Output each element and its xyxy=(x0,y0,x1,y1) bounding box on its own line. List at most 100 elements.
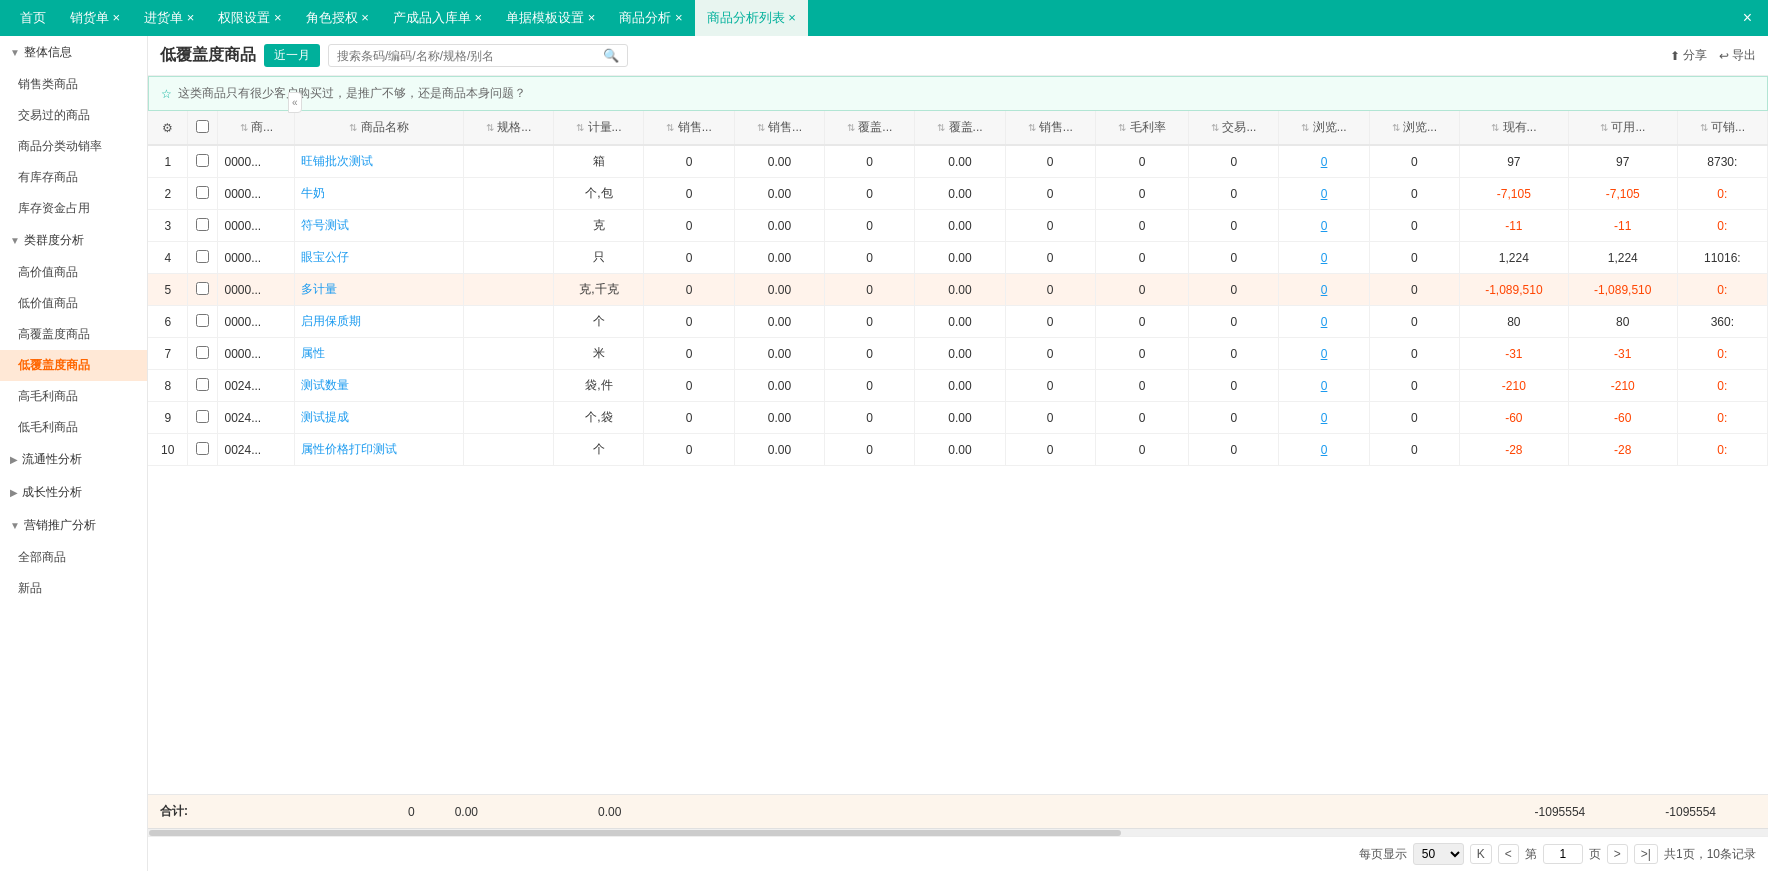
row-select-checkbox[interactable] xyxy=(196,186,209,199)
col-settings[interactable]: ⚙ xyxy=(148,111,188,145)
row-select-checkbox[interactable] xyxy=(196,250,209,263)
sidebar-item-inventory-capital[interactable]: 库存资金占用 xyxy=(0,193,147,224)
horizontal-scrollbar[interactable] xyxy=(148,828,1768,836)
sidebar-section-flow[interactable]: ▶ 流通性分析 xyxy=(0,443,147,476)
sidebar-item-high-value[interactable]: 高价值商品 xyxy=(0,257,147,288)
col-sales-qty[interactable]: ⇅ 销售... xyxy=(644,111,734,145)
row-checkbox[interactable] xyxy=(188,338,218,370)
col-checkbox-all[interactable] xyxy=(188,111,218,145)
next-page-button[interactable]: > xyxy=(1607,844,1628,864)
last-page-button[interactable]: >| xyxy=(1634,844,1658,864)
col-saleable[interactable]: ⇅ 可销... xyxy=(1677,111,1767,145)
row-checkbox[interactable] xyxy=(188,434,218,466)
row-browse1[interactable]: 0 xyxy=(1279,370,1369,402)
nav-item-permissions[interactable]: 权限设置 × xyxy=(206,0,293,36)
sidebar-item-traded-goods[interactable]: 交易过的商品 xyxy=(0,100,147,131)
share-button[interactable]: ⬆ 分享 xyxy=(1670,47,1707,64)
nav-item-home[interactable]: 首页 xyxy=(8,0,58,36)
row-select-checkbox[interactable] xyxy=(196,314,209,327)
sidebar-item-sales-goods[interactable]: 销售类商品 xyxy=(0,69,147,100)
row-select-checkbox[interactable] xyxy=(196,346,209,359)
page-number-input[interactable] xyxy=(1543,844,1583,864)
row-name[interactable]: 旺铺批次测试 xyxy=(295,145,464,178)
row-browse1[interactable]: 0 xyxy=(1279,274,1369,306)
search-input[interactable] xyxy=(337,49,603,63)
row-name[interactable]: 属性 xyxy=(295,338,464,370)
sidebar-item-new-goods[interactable]: 新品 xyxy=(0,573,147,604)
row-checkbox[interactable] xyxy=(188,402,218,434)
sidebar-item-stocked-goods[interactable]: 有库存商品 xyxy=(0,162,147,193)
row-name[interactable]: 测试提成 xyxy=(295,402,464,434)
sidebar-section-cluster[interactable]: ▼ 类群度分析 xyxy=(0,224,147,257)
row-checkbox[interactable] xyxy=(188,242,218,274)
nav-item-sales[interactable]: 销货单 × xyxy=(58,0,132,36)
col-spec[interactable]: ⇅ 规格... xyxy=(463,111,553,145)
row-name[interactable]: 属性价格打印测试 xyxy=(295,434,464,466)
sidebar-section-overall[interactable]: ▼ 整体信息 xyxy=(0,36,147,69)
sidebar-section-marketing[interactable]: ▼ 营销推广分析 xyxy=(0,509,147,542)
col-browse1[interactable]: ⇅ 浏览... xyxy=(1279,111,1369,145)
row-browse1[interactable]: 0 xyxy=(1279,145,1369,178)
nav-item-templates[interactable]: 单据模板设置 × xyxy=(494,0,607,36)
row-browse1[interactable]: 0 xyxy=(1279,338,1369,370)
nav-item-product-analysis-list[interactable]: 商品分析列表 × xyxy=(695,0,808,36)
row-name[interactable]: 测试数量 xyxy=(295,370,464,402)
sidebar-item-category-rate[interactable]: 商品分类动销率 xyxy=(0,131,147,162)
sidebar-item-low-value[interactable]: 低价值商品 xyxy=(0,288,147,319)
row-browse1[interactable]: 0 xyxy=(1279,242,1369,274)
per-page-select[interactable]: 50 10 20 100 xyxy=(1413,843,1464,865)
col-sales3[interactable]: ⇅ 销售... xyxy=(1005,111,1095,145)
col-sales-amt[interactable]: ⇅ 销售... xyxy=(734,111,824,145)
nav-item-product-analysis[interactable]: 商品分析 × xyxy=(607,0,694,36)
col-transaction[interactable]: ⇅ 交易... xyxy=(1189,111,1279,145)
sidebar-section-growth[interactable]: ▶ 成长性分析 xyxy=(0,476,147,509)
row-name[interactable]: 启用保质期 xyxy=(295,306,464,338)
col-gross-margin[interactable]: ⇅ 毛利率 xyxy=(1095,111,1188,145)
sidebar-item-high-profit[interactable]: 高毛利商品 xyxy=(0,381,147,412)
sidebar-item-low-profit[interactable]: 低毛利商品 xyxy=(0,412,147,443)
nav-item-roles[interactable]: 角色授权 × xyxy=(294,0,381,36)
table-container[interactable]: ⚙ ⇅ 商... ⇅ 商品名称 ⇅ 规格... ⇅ 计量... ⇅ 销售... … xyxy=(148,111,1768,794)
col-coverage2[interactable]: ⇅ 覆盖... xyxy=(915,111,1005,145)
col-browse2[interactable]: ⇅ 浏览... xyxy=(1369,111,1459,145)
row-name[interactable]: 符号测试 xyxy=(295,210,464,242)
row-checkbox[interactable] xyxy=(188,306,218,338)
col-code[interactable]: ⇅ 商... xyxy=(218,111,295,145)
sidebar-collapse-btn[interactable]: « xyxy=(288,92,302,113)
date-filter-button[interactable]: 近一月 xyxy=(264,44,320,67)
prev-page-button[interactable]: < xyxy=(1498,844,1519,864)
nav-item-product-entry[interactable]: 产成品入库单 × xyxy=(381,0,494,36)
row-browse1[interactable]: 0 xyxy=(1279,210,1369,242)
row-name[interactable]: 多计量 xyxy=(295,274,464,306)
row-browse1[interactable]: 0 xyxy=(1279,434,1369,466)
sidebar-item-low-coverage[interactable]: 低覆盖度商品 xyxy=(0,350,147,381)
col-unit[interactable]: ⇅ 计量... xyxy=(554,111,644,145)
sidebar-item-high-coverage[interactable]: 高覆盖度商品 xyxy=(0,319,147,350)
row-name[interactable]: 眼宝公仔 xyxy=(295,242,464,274)
row-checkbox[interactable] xyxy=(188,274,218,306)
row-checkbox[interactable] xyxy=(188,178,218,210)
first-page-button[interactable]: K xyxy=(1470,844,1492,864)
row-select-checkbox[interactable] xyxy=(196,442,209,455)
row-select-checkbox[interactable] xyxy=(196,218,209,231)
row-select-checkbox[interactable] xyxy=(196,154,209,167)
export-button[interactable]: ↩ 导出 xyxy=(1719,47,1756,64)
row-browse1[interactable]: 0 xyxy=(1279,178,1369,210)
row-checkbox[interactable] xyxy=(188,210,218,242)
row-name[interactable]: 牛奶 xyxy=(295,178,464,210)
row-select-checkbox[interactable] xyxy=(196,410,209,423)
col-coverage1[interactable]: ⇅ 覆盖... xyxy=(825,111,915,145)
row-checkbox[interactable] xyxy=(188,145,218,178)
select-all-checkbox[interactable] xyxy=(196,120,209,133)
row-browse1[interactable]: 0 xyxy=(1279,306,1369,338)
row-select-checkbox[interactable] xyxy=(196,282,209,295)
col-available[interactable]: ⇅ 可用... xyxy=(1568,111,1677,145)
col-name[interactable]: ⇅ 商品名称 xyxy=(295,111,464,145)
row-browse1[interactable]: 0 xyxy=(1279,402,1369,434)
close-icon[interactable]: × xyxy=(1735,9,1760,27)
row-select-checkbox[interactable] xyxy=(196,378,209,391)
row-checkbox[interactable] xyxy=(188,370,218,402)
sidebar-item-all-goods[interactable]: 全部商品 xyxy=(0,542,147,573)
col-current-stock[interactable]: ⇅ 现有... xyxy=(1459,111,1568,145)
nav-item-purchase[interactable]: 进货单 × xyxy=(132,0,206,36)
